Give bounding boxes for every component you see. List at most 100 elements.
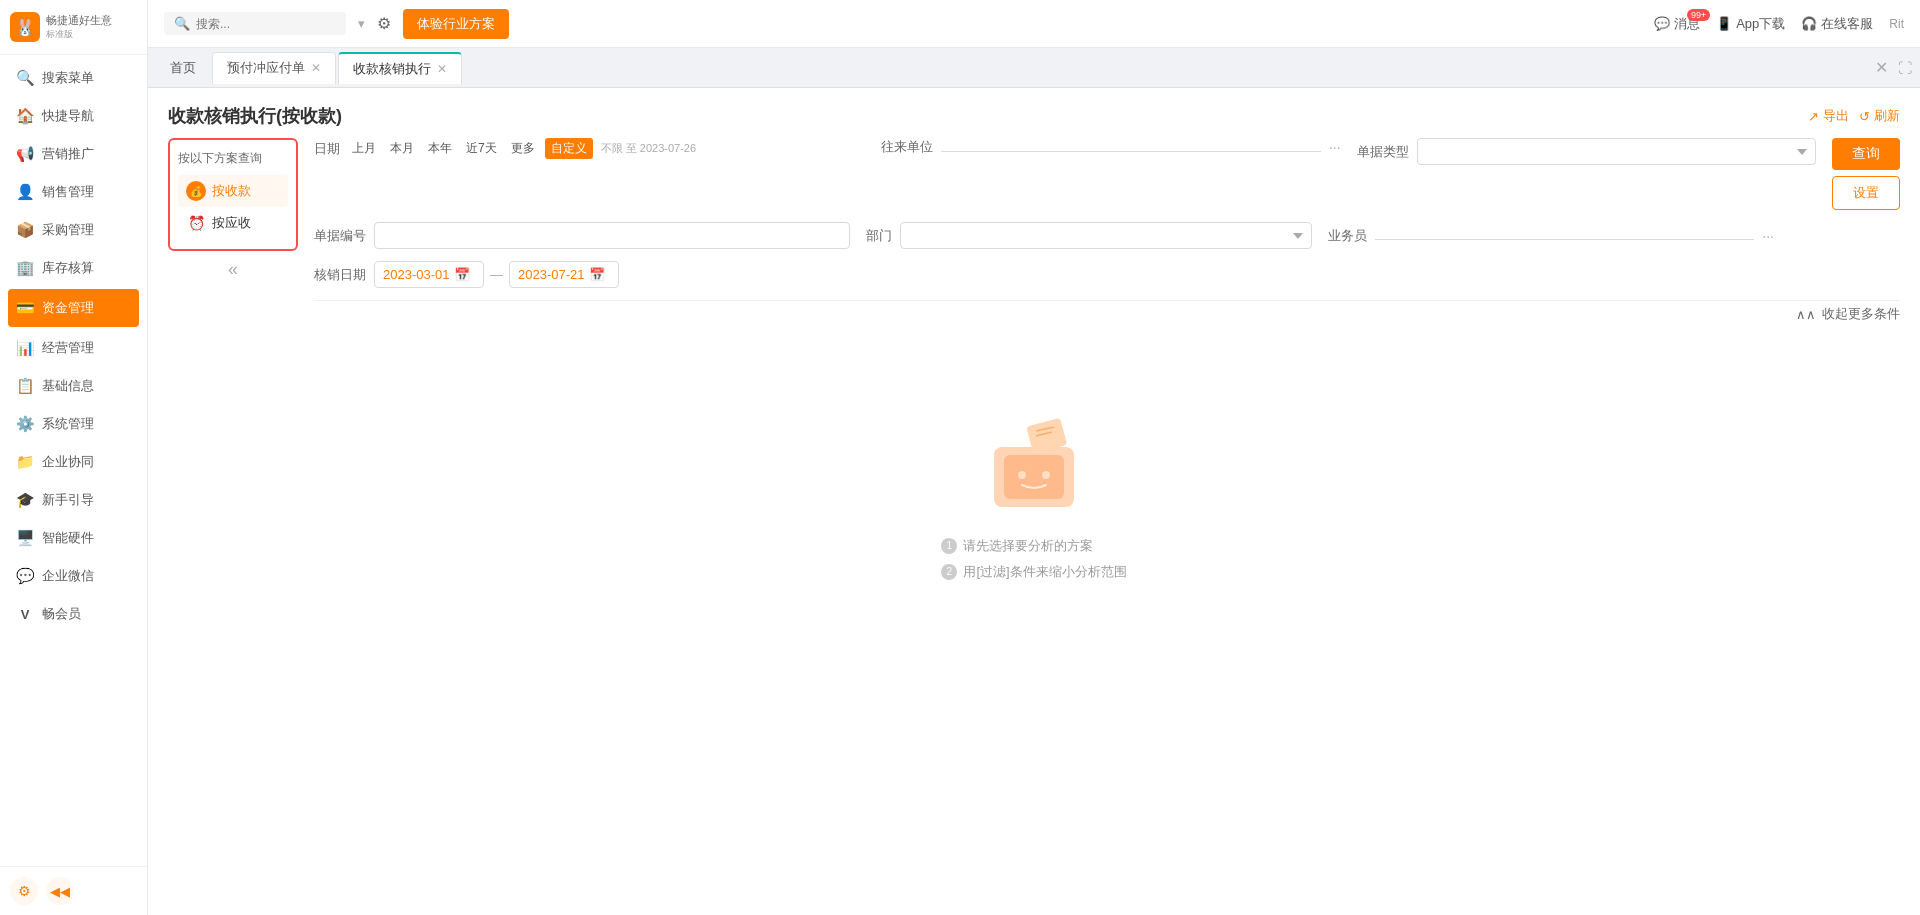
empty-state: 1 请先选择要分析的方案 2 用[过滤]条件来缩小分析范围 — [148, 337, 1920, 665]
sidebar-item-wechat[interactable]: 💬 企业微信 — [0, 557, 147, 595]
filter-box: 按以下方案查询 💰 按收款 ⏰ 按应收 — [168, 138, 298, 251]
sidebar-item-label: 经营管理 — [42, 339, 94, 357]
sidebar-item-marketing[interactable]: 📢 营销推广 — [0, 135, 147, 173]
settings-icon[interactable]: ⚙ — [10, 877, 38, 905]
filter-option-receipt[interactable]: 💰 按收款 — [178, 175, 288, 207]
writeoff-end-date[interactable]: 2023-07-21 📅 — [509, 261, 619, 288]
export-button[interactable]: ↗ 导出 — [1808, 107, 1849, 125]
sidebar-item-sales[interactable]: 👤 销售管理 — [0, 173, 147, 211]
sidebar-item-enterprise[interactable]: 📁 企业协同 — [0, 443, 147, 481]
department-select[interactable] — [900, 222, 1312, 249]
counterparty-more-icon[interactable]: ··· — [1329, 139, 1341, 155]
date-filters: 上月 本月 本年 近7天 更多 自定义 — [348, 138, 593, 159]
sidebar-menu: 🔍 搜索菜单 🏠 快捷导航 📢 营销推广 👤 销售管理 📦 采购管理 🏢 库存核… — [0, 55, 147, 866]
export-icon: ↗ — [1808, 109, 1819, 124]
enterprise-icon: 📁 — [16, 453, 34, 471]
tab-collection[interactable]: 收款核销执行 ✕ — [338, 52, 462, 84]
filter-option-receivable[interactable]: ⏰ 按应收 — [178, 207, 288, 239]
app-download-action[interactable]: 📱 App下载 — [1716, 15, 1785, 33]
empty-hint2: 2 用[过滤]条件来缩小分析范围 — [941, 559, 1126, 585]
counterparty-label: 往来单位 — [881, 138, 933, 156]
collection-tab-close-icon[interactable]: ✕ — [437, 62, 447, 76]
last7days-btn[interactable]: 近7天 — [462, 138, 501, 159]
sidebar-item-finance[interactable]: 💳 资金管理 — [8, 289, 139, 327]
collapse-more-button[interactable]: ∧∧ 收起更多条件 — [314, 300, 1900, 327]
query-button[interactable]: 查询 — [1832, 138, 1900, 170]
online-service-action[interactable]: 🎧 在线客服 — [1801, 15, 1873, 33]
page-header: 收款核销执行(按收款) ↗ 导出 ↺ 刷新 — [148, 88, 1920, 138]
inventory-icon: 🏢 — [16, 259, 34, 277]
tab-prepay[interactable]: 预付冲应付单 ✕ — [212, 52, 336, 84]
current-year-btn[interactable]: 本年 — [424, 138, 456, 159]
calendar-start-icon[interactable]: 📅 — [454, 267, 470, 282]
search-box[interactable]: 🔍 — [164, 12, 346, 35]
collapse-more-label: 收起更多条件 — [1822, 305, 1900, 323]
finance-icon: 💳 — [16, 299, 34, 317]
sidebar-item-member[interactable]: V 畅会员 — [0, 595, 147, 633]
expand-icon[interactable]: ⛶ — [1898, 60, 1912, 76]
page-title: 收款核销执行(按收款) — [168, 104, 342, 128]
svg-point-2 — [1018, 471, 1026, 479]
sidebar-item-inventory[interactable]: 🏢 库存核算 — [0, 249, 147, 287]
setting-button[interactable]: 设置 — [1832, 176, 1900, 210]
sidebar-item-guide[interactable]: 🎓 新手引导 — [0, 481, 147, 519]
writeoff-date-range: 2023-03-01 📅 — 2023-07-21 📅 — [374, 261, 619, 288]
sidebar-item-operation[interactable]: 📊 经营管理 — [0, 329, 147, 367]
search-input[interactable] — [196, 17, 336, 31]
custom-date-btn[interactable]: 自定义 — [545, 138, 593, 159]
guide-icon: 🎓 — [16, 491, 34, 509]
member-icon: V — [16, 605, 34, 623]
prev-month-btn[interactable]: 上月 — [348, 138, 380, 159]
gear-icon[interactable]: ⚙ — [377, 14, 391, 33]
empty-hint1: 1 请先选择要分析的方案 — [941, 533, 1126, 559]
voucher-type-select[interactable] — [1417, 138, 1816, 165]
solution-button[interactable]: 体验行业方案 — [403, 9, 509, 39]
sidebar-item-system[interactable]: ⚙️ 系统管理 — [0, 405, 147, 443]
refresh-button[interactable]: ↺ 刷新 — [1859, 107, 1900, 125]
app-download-label: App下载 — [1736, 15, 1785, 33]
basic-info-icon: 📋 — [16, 377, 34, 395]
sidebar-item-label: 企业微信 — [42, 567, 94, 585]
message-badge: 99+ — [1687, 9, 1710, 21]
topbar: 🔍 ▾ ⚙ 体验行业方案 💬 消息 99+ 📱 App下载 🎧 在线客服 Rit — [148, 0, 1920, 48]
page-actions: ↗ 导出 ↺ 刷新 — [1808, 107, 1900, 125]
chevron-down-icon[interactable]: ▾ — [358, 16, 365, 31]
date-dash: — — [490, 267, 503, 282]
collapse-filter-icon[interactable]: « — [228, 259, 238, 280]
sidebar-item-label: 企业协同 — [42, 453, 94, 471]
writeoff-start-date[interactable]: 2023-03-01 📅 — [374, 261, 484, 288]
sidebar-item-quick-nav[interactable]: 🏠 快捷导航 — [0, 97, 147, 135]
message-action[interactable]: 💬 消息 99+ — [1654, 15, 1700, 33]
calendar-end-icon[interactable]: 📅 — [589, 267, 605, 282]
empty-illustration — [974, 417, 1094, 517]
sidebar-item-hardware[interactable]: 🖥️ 智能硬件 — [0, 519, 147, 557]
prepay-tab-close-icon[interactable]: ✕ — [311, 61, 321, 75]
refresh-icon: ↺ — [1859, 109, 1870, 124]
collection-tab-label: 收款核销执行 — [353, 60, 431, 78]
voucher-no-label: 单据编号 — [314, 227, 366, 245]
more-date-btn[interactable]: 更多 — [507, 138, 539, 159]
salesperson-label: 业务员 — [1328, 227, 1367, 245]
close-window-icon[interactable]: ✕ — [1875, 58, 1888, 77]
collapse-sidebar-button[interactable]: ◀◀ — [46, 877, 74, 905]
tab-home[interactable]: 首页 — [156, 52, 210, 84]
empty-text: 1 请先选择要分析的方案 2 用[过滤]条件来缩小分析范围 — [941, 533, 1126, 585]
purchase-icon: 📦 — [16, 221, 34, 239]
topbar-actions: 💬 消息 99+ 📱 App下载 🎧 在线客服 Rit — [1654, 15, 1904, 33]
sidebar-item-basic-info[interactable]: 📋 基础信息 — [0, 367, 147, 405]
current-month-btn[interactable]: 本月 — [386, 138, 418, 159]
sidebar-item-search[interactable]: 🔍 搜索菜单 — [0, 59, 147, 97]
sidebar-item-purchase[interactable]: 📦 采购管理 — [0, 211, 147, 249]
wechat-icon: 💬 — [16, 567, 34, 585]
voucher-type-label: 单据类型 — [1357, 143, 1409, 161]
user-name[interactable]: Rit — [1889, 17, 1904, 31]
filter-option-receivable-label: 按应收 — [212, 214, 251, 232]
voucher-no-input[interactable] — [374, 222, 850, 249]
sidebar-item-label: 系统管理 — [42, 415, 94, 433]
sidebar-footer: ⚙ ◀◀ — [0, 866, 147, 915]
department-label: 部门 — [866, 227, 892, 245]
salesperson-more-icon[interactable]: ··· — [1762, 228, 1774, 244]
date-range-hint: 不限 至 2023-07-26 — [601, 141, 696, 156]
home-tab-label: 首页 — [170, 59, 196, 77]
sidebar-item-label: 采购管理 — [42, 221, 94, 239]
